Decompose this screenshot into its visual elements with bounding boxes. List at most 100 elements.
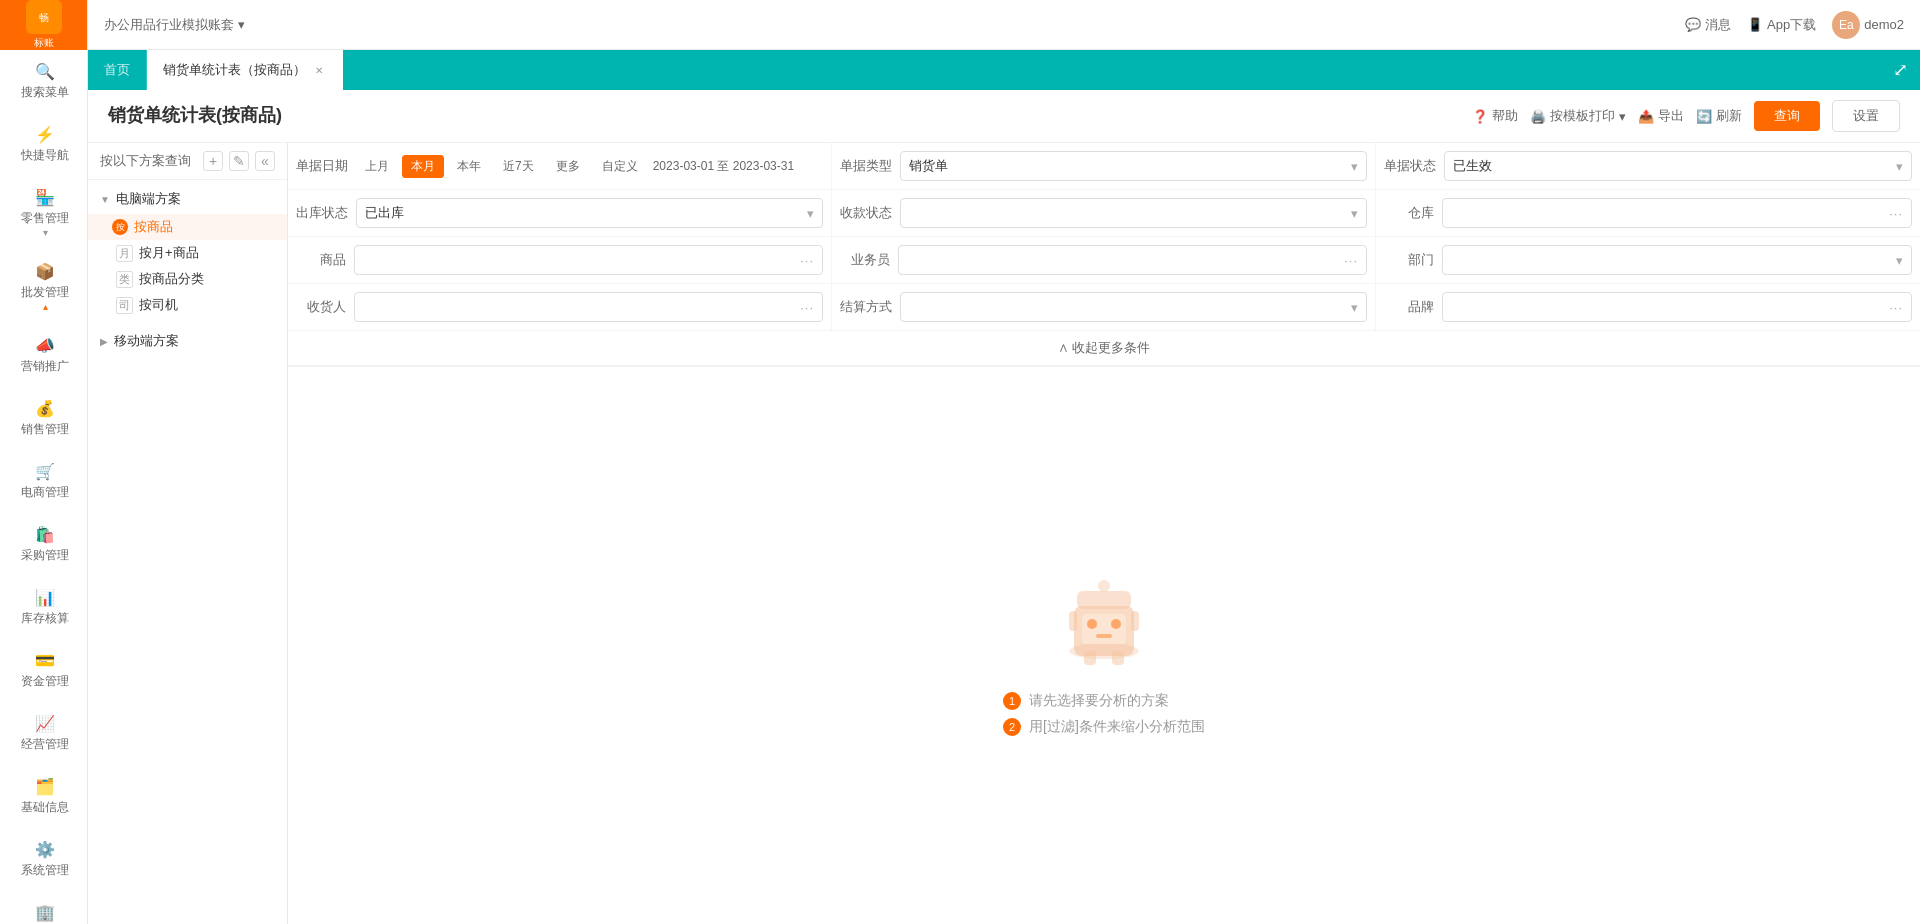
enterprise-icon: 🏢 <box>35 903 55 922</box>
doc-type-control[interactable]: 销货单 ▾ <box>900 151 1367 181</box>
tab-bar: 首页 销货单统计表（按商品） ✕ ⤢ <box>88 50 1920 90</box>
tab-expand-button[interactable]: ⤢ <box>1881 59 1920 81</box>
scheme-edit-button[interactable]: ✎ <box>229 151 249 171</box>
tab-close-button[interactable]: ✕ <box>312 63 326 77</box>
date-tab-this-year[interactable]: 本年 <box>448 155 490 178</box>
export-icon: 📤 <box>1638 109 1654 124</box>
scheme-group-desktop-item[interactable]: ▼ 电脑端方案 <box>88 184 287 214</box>
wholesale-arrow: ▴ <box>43 301 48 312</box>
department-arrow: ▾ <box>1896 253 1903 268</box>
category-prefix: 类 <box>116 271 133 288</box>
warehouse-control[interactable]: ··· <box>1442 198 1912 228</box>
page-title-bar: 销货单统计表(按商品) ❓ 帮助 🖨️ 按模板打印 ▾ 📤 导出 🔄 刷新 <box>88 90 1920 143</box>
sidebar-item-finance-label: 资金管理 <box>21 673 69 690</box>
app-download-button[interactable]: 📱 App下载 <box>1747 16 1816 34</box>
finance-icon: 💳 <box>35 651 55 670</box>
doc-status-control[interactable]: 已生效 ▾ <box>1444 151 1912 181</box>
sidebar-item-purchase[interactable]: 🛍️ 采购管理 <box>0 513 87 576</box>
svg-text:畅: 畅 <box>39 12 49 23</box>
tab-sales-stat-label: 销货单统计表（按商品） <box>163 61 306 79</box>
right-panel: 单据日期 上月 本月 本年 近7天 更多 自定义 20 <box>288 143 1920 924</box>
date-tab-7days[interactable]: 近7天 <box>494 155 543 178</box>
sidebar-item-search[interactable]: 🔍 搜索菜单 <box>0 50 87 113</box>
date-tab-this-month[interactable]: 本月 <box>402 155 444 178</box>
salesperson-control[interactable]: ··· <box>898 245 1367 275</box>
sidebar-item-inventory[interactable]: 📊 库存核算 <box>0 576 87 639</box>
doc-status-filter-item: 单据状态 已生效 ▾ <box>1376 143 1920 189</box>
sidebar-item-sales-label: 销售管理 <box>21 421 69 438</box>
retail-icon: 🏪 <box>35 188 55 207</box>
scheme-child-by-driver[interactable]: 司 按司机 <box>88 292 287 318</box>
scheme-child-by-month-product[interactable]: 月 按月+商品 <box>88 240 287 266</box>
sidebar-item-finance[interactable]: 💳 资金管理 <box>0 639 87 702</box>
settings-button[interactable]: 设置 <box>1832 100 1900 132</box>
recipient-filter-item: 收货人 ··· <box>288 284 832 330</box>
empty-tip-2: 2 用[过滤]条件来缩小分析范围 <box>1003 718 1205 736</box>
empty-state: 1 请先选择要分析的方案 2 用[过滤]条件来缩小分析范围 <box>288 367 1920 924</box>
date-tab-custom[interactable]: 自定义 <box>593 155 647 178</box>
brand-control[interactable]: ··· <box>1442 292 1912 322</box>
sidebar-item-system-label: 系统管理 <box>21 862 69 879</box>
refresh-icon: 🔄 <box>1696 109 1712 124</box>
template-print-button[interactable]: 🖨️ 按模板打印 ▾ <box>1530 107 1626 125</box>
export-label: 导出 <box>1658 107 1684 125</box>
brand-label: 品牌 <box>1384 298 1442 316</box>
svg-point-13 <box>1098 580 1110 592</box>
sidebar-item-basic[interactable]: 🗂️ 基础信息 <box>0 765 87 828</box>
sidebar-item-operations[interactable]: 📈 经营管理 <box>0 702 87 765</box>
out-status-control[interactable]: 已出库 ▾ <box>356 198 823 228</box>
filter-row-2: 出库状态 已出库 ▾ 收款状态 ▾ <box>288 190 1920 237</box>
department-control[interactable]: ▾ <box>1442 245 1912 275</box>
tab-sales-stat[interactable]: 销货单统计表（按商品） ✕ <box>147 50 343 90</box>
svg-rect-7 <box>1096 634 1112 638</box>
tip-text-1: 请先选择要分析的方案 <box>1029 692 1169 710</box>
tip-num-1: 1 <box>1003 692 1021 710</box>
avatar: Ea <box>1832 11 1860 39</box>
workspace-selector[interactable]: 办公用品行业模拟账套 ▾ <box>104 16 245 34</box>
product-control[interactable]: ··· <box>354 245 823 275</box>
message-label: 消息 <box>1705 16 1731 34</box>
tab-home[interactable]: 首页 <box>88 50 147 90</box>
collapse-more-button[interactable]: ∧ 收起更多条件 <box>1058 339 1151 357</box>
date-tab-last-month[interactable]: 上月 <box>356 155 398 178</box>
message-button[interactable]: 💬 消息 <box>1685 16 1731 34</box>
scheme-add-button[interactable]: + <box>203 151 223 171</box>
scheme-group-mobile-item[interactable]: ▶ 移动端方案 <box>88 326 287 356</box>
svg-point-5 <box>1087 619 1097 629</box>
sidebar-item-ecommerce[interactable]: 🛒 电商管理 <box>0 450 87 513</box>
app-download-icon: 📱 <box>1747 17 1763 32</box>
ecommerce-icon: 🛒 <box>35 462 55 481</box>
brand-filter-item: 品牌 ··· <box>1376 284 1920 330</box>
receipt-status-control[interactable]: ▾ <box>900 198 1367 228</box>
help-button[interactable]: ❓ 帮助 <box>1472 107 1518 125</box>
scheme-child-by-product[interactable]: 按 按商品 <box>88 214 287 240</box>
svg-rect-11 <box>1112 651 1124 665</box>
sidebar-item-enterprise[interactable]: 🏢 企业协同 <box>0 891 87 924</box>
sidebar-item-basic-label: 基础信息 <box>21 799 69 816</box>
svg-rect-10 <box>1084 651 1096 665</box>
sidebar-item-ecommerce-label: 电商管理 <box>21 484 69 501</box>
settlement-control[interactable]: ▾ <box>900 292 1367 322</box>
sales-icon: 💰 <box>35 399 55 418</box>
out-status-value: 已出库 <box>365 204 404 222</box>
header-right: 💬 消息 📱 App下载 Ea demo2 <box>1685 11 1904 39</box>
sidebar-item-quick[interactable]: ⚡ 快捷导航 <box>0 113 87 176</box>
filter-row-1: 单据日期 上月 本月 本年 近7天 更多 自定义 20 <box>288 143 1920 190</box>
sidebar-item-marketing-label: 营销推广 <box>21 358 69 375</box>
sidebar-item-marketing[interactable]: 📣 营销推广 <box>0 324 87 387</box>
doc-status-arrow: ▾ <box>1896 159 1903 174</box>
refresh-button[interactable]: 🔄 刷新 <box>1696 107 1742 125</box>
page-title: 销货单统计表(按商品) <box>108 103 282 139</box>
scheme-child-by-category[interactable]: 类 按商品分类 <box>88 266 287 292</box>
sidebar-item-retail[interactable]: 🏪 零售管理 ▾ <box>0 176 87 250</box>
date-tab-more[interactable]: 更多 <box>547 155 589 178</box>
query-button[interactable]: 查询 <box>1754 101 1820 131</box>
export-button[interactable]: 📤 导出 <box>1638 107 1684 125</box>
sidebar-item-sales[interactable]: 💰 销售管理 <box>0 387 87 450</box>
sidebar-item-system[interactable]: ⚙️ 系统管理 <box>0 828 87 891</box>
sidebar: 畅 标账 🔍 搜索菜单 ⚡ 快捷导航 🏪 零售管理 ▾ 📦 批发管理 ▴ 📣 营… <box>0 0 88 924</box>
scheme-collapse-button[interactable]: « <box>255 151 275 171</box>
recipient-control[interactable]: ··· <box>354 292 823 322</box>
user-area[interactable]: Ea demo2 <box>1832 11 1904 39</box>
sidebar-item-wholesale[interactable]: 📦 批发管理 ▴ <box>0 250 87 324</box>
